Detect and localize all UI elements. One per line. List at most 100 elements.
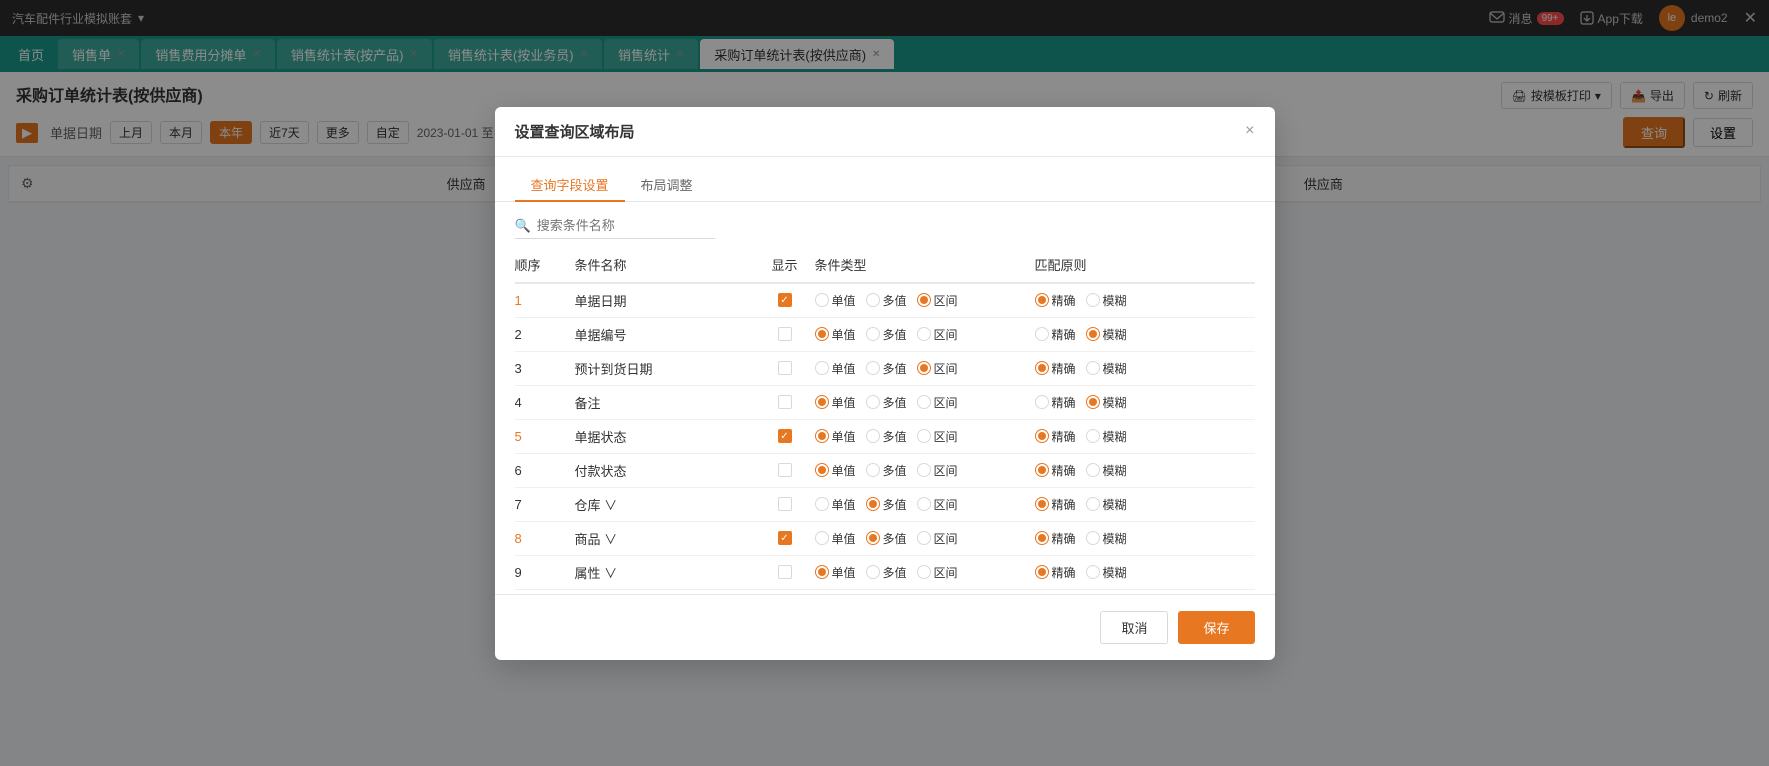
search-box: 🔍 <box>515 214 715 239</box>
settings-dialog: 设置查询区域布局 × 查询字段设置 布局调整 🔍 顺序 条件名称 <box>495 107 1275 660</box>
row-4-display[interactable] <box>755 395 815 409</box>
row-9-match-fuzzy[interactable]: 模糊 <box>1086 564 1127 581</box>
row-3-type-single[interactable]: 单值 <box>815 360 856 377</box>
row-3-match-fuzzy[interactable]: 模糊 <box>1086 360 1127 377</box>
row-4-type-range[interactable]: 区间 <box>917 394 958 411</box>
row-6-type-multi[interactable]: 多值 <box>866 462 907 479</box>
row-8-type-single[interactable]: 单值 <box>815 530 856 547</box>
row-7-type-single[interactable]: 单值 <box>815 496 856 513</box>
cancel-button[interactable]: 取消 <box>1100 611 1168 644</box>
row-3-type-multi[interactable]: 多值 <box>866 360 907 377</box>
row-5-match-exact[interactable]: 精确 <box>1035 428 1076 445</box>
row-8-checkbox[interactable] <box>778 531 792 545</box>
row-2-match: 精确 模糊 <box>1035 326 1255 343</box>
row-2-match-exact[interactable]: 精确 <box>1035 326 1076 343</box>
save-button[interactable]: 保存 <box>1178 611 1254 644</box>
dialog-footer: 取消 保存 <box>495 594 1275 660</box>
dialog-title: 设置查询区域布局 <box>515 121 635 142</box>
row-9-type-range[interactable]: 区间 <box>917 564 958 581</box>
row-6-checkbox[interactable] <box>778 463 792 477</box>
row-9-type-single[interactable]: 单值 <box>815 564 856 581</box>
dialog-close-btn[interactable]: × <box>1245 123 1254 139</box>
modal-overlay[interactable]: 设置查询区域布局 × 查询字段设置 布局调整 🔍 顺序 条件名称 <box>0 0 1769 766</box>
row-4-match-exact[interactable]: 精确 <box>1035 394 1076 411</box>
row-6-display[interactable] <box>755 463 815 477</box>
row-9-name: 属性 ∨ <box>575 563 755 582</box>
row-1-match-fuzzy[interactable]: 模糊 <box>1086 292 1127 309</box>
row-9-checkbox[interactable] <box>778 565 792 579</box>
row-7-match-exact[interactable]: 精确 <box>1035 496 1076 513</box>
tab-query-fields[interactable]: 查询字段设置 <box>515 169 625 202</box>
row-4-type: 单值 多值 区间 <box>815 394 1035 411</box>
row-9-order: 9 <box>515 565 575 580</box>
row-2-type: 单值 多值 区间 <box>815 326 1035 343</box>
row-2-type-single[interactable]: 单值 <box>815 326 856 343</box>
search-input[interactable] <box>537 218 697 233</box>
row-6-match-exact[interactable]: 精确 <box>1035 462 1076 479</box>
row-4-type-single[interactable]: 单值 <box>815 394 856 411</box>
row-2-type-range[interactable]: 区间 <box>917 326 958 343</box>
dialog-tabs: 查询字段设置 布局调整 <box>495 157 1275 202</box>
row-7-type-multi[interactable]: 多值 <box>866 496 907 513</box>
row-8-match: 精确 模糊 <box>1035 530 1255 547</box>
row-7-match-fuzzy[interactable]: 模糊 <box>1086 496 1127 513</box>
row-7-checkbox[interactable] <box>778 497 792 511</box>
row-8-type-multi[interactable]: 多值 <box>866 530 907 547</box>
row-8-type-range[interactable]: 区间 <box>917 530 958 547</box>
row-2-match-fuzzy[interactable]: 模糊 <box>1086 326 1127 343</box>
row-2-display[interactable] <box>755 327 815 341</box>
row-1-type-multi[interactable]: 多值 <box>866 292 907 309</box>
row-1-match: 精确 模糊 <box>1035 292 1255 309</box>
row-5-type-single[interactable]: 单值 <box>815 428 856 445</box>
row-3-type-range[interactable]: 区间 <box>917 360 958 377</box>
row-1-match-exact[interactable]: 精确 <box>1035 292 1076 309</box>
row-5-type: 单值 多值 区间 <box>815 428 1035 445</box>
row-5-match: 精确 模糊 <box>1035 428 1255 445</box>
row-6-type-single[interactable]: 单值 <box>815 462 856 479</box>
row-9-type-multi[interactable]: 多值 <box>866 564 907 581</box>
row-7-display[interactable] <box>755 497 815 511</box>
row-3-display[interactable] <box>755 361 815 375</box>
row-1-type-single[interactable]: 单值 <box>815 292 856 309</box>
row-9-match: 精确 模糊 <box>1035 564 1255 581</box>
row-7-match: 精确 模糊 <box>1035 496 1255 513</box>
row-4-match: 精确 模糊 <box>1035 394 1255 411</box>
row-2-type-multi[interactable]: 多值 <box>866 326 907 343</box>
dialog-table-header: 顺序 条件名称 显示 条件类型 匹配原则 <box>515 247 1255 284</box>
row-8-type: 单值 多值 区间 <box>815 530 1035 547</box>
tab-layout-adjust[interactable]: 布局调整 <box>625 169 709 202</box>
table-row: 7 仓库 ∨ 单值 多值 <box>515 488 1255 522</box>
row-6-type-range[interactable]: 区间 <box>917 462 958 479</box>
table-row: 9 属性 ∨ 单值 多值 <box>515 556 1255 590</box>
row-3-match-exact[interactable]: 精确 <box>1035 360 1076 377</box>
row-5-checkbox[interactable] <box>778 429 792 443</box>
row-3-type: 单值 多值 区间 <box>815 360 1035 377</box>
row-1-type-range[interactable]: 区间 <box>917 292 958 309</box>
row-6-name: 付款状态 <box>575 461 755 480</box>
row-9-display[interactable] <box>755 565 815 579</box>
row-8-order: 8 <box>515 531 575 546</box>
row-5-display[interactable] <box>755 429 815 443</box>
row-4-checkbox[interactable] <box>778 395 792 409</box>
row-8-match-fuzzy[interactable]: 模糊 <box>1086 530 1127 547</box>
row-5-type-multi[interactable]: 多值 <box>866 428 907 445</box>
col-name-header: 条件名称 <box>575 255 755 274</box>
row-2-name: 单据编号 <box>575 325 755 344</box>
row-4-type-multi[interactable]: 多值 <box>866 394 907 411</box>
row-4-match-fuzzy[interactable]: 模糊 <box>1086 394 1127 411</box>
dialog-table-area: 顺序 条件名称 显示 条件类型 匹配原则 1 单据日期 <box>495 247 1275 594</box>
row-2-checkbox[interactable] <box>778 327 792 341</box>
row-7-type-range[interactable]: 区间 <box>917 496 958 513</box>
row-8-display[interactable] <box>755 531 815 545</box>
row-5-type-range[interactable]: 区间 <box>917 428 958 445</box>
row-7-type: 单值 多值 区间 <box>815 496 1035 513</box>
row-1-checkbox[interactable] <box>778 293 792 307</box>
row-1-display[interactable] <box>755 293 815 307</box>
row-9-match-exact[interactable]: 精确 <box>1035 564 1076 581</box>
row-2-order: 2 <box>515 327 575 342</box>
row-8-match-exact[interactable]: 精确 <box>1035 530 1076 547</box>
row-6-match-fuzzy[interactable]: 模糊 <box>1086 462 1127 479</box>
row-3-checkbox[interactable] <box>778 361 792 375</box>
row-5-match-fuzzy[interactable]: 模糊 <box>1086 428 1127 445</box>
row-6-order: 6 <box>515 463 575 478</box>
